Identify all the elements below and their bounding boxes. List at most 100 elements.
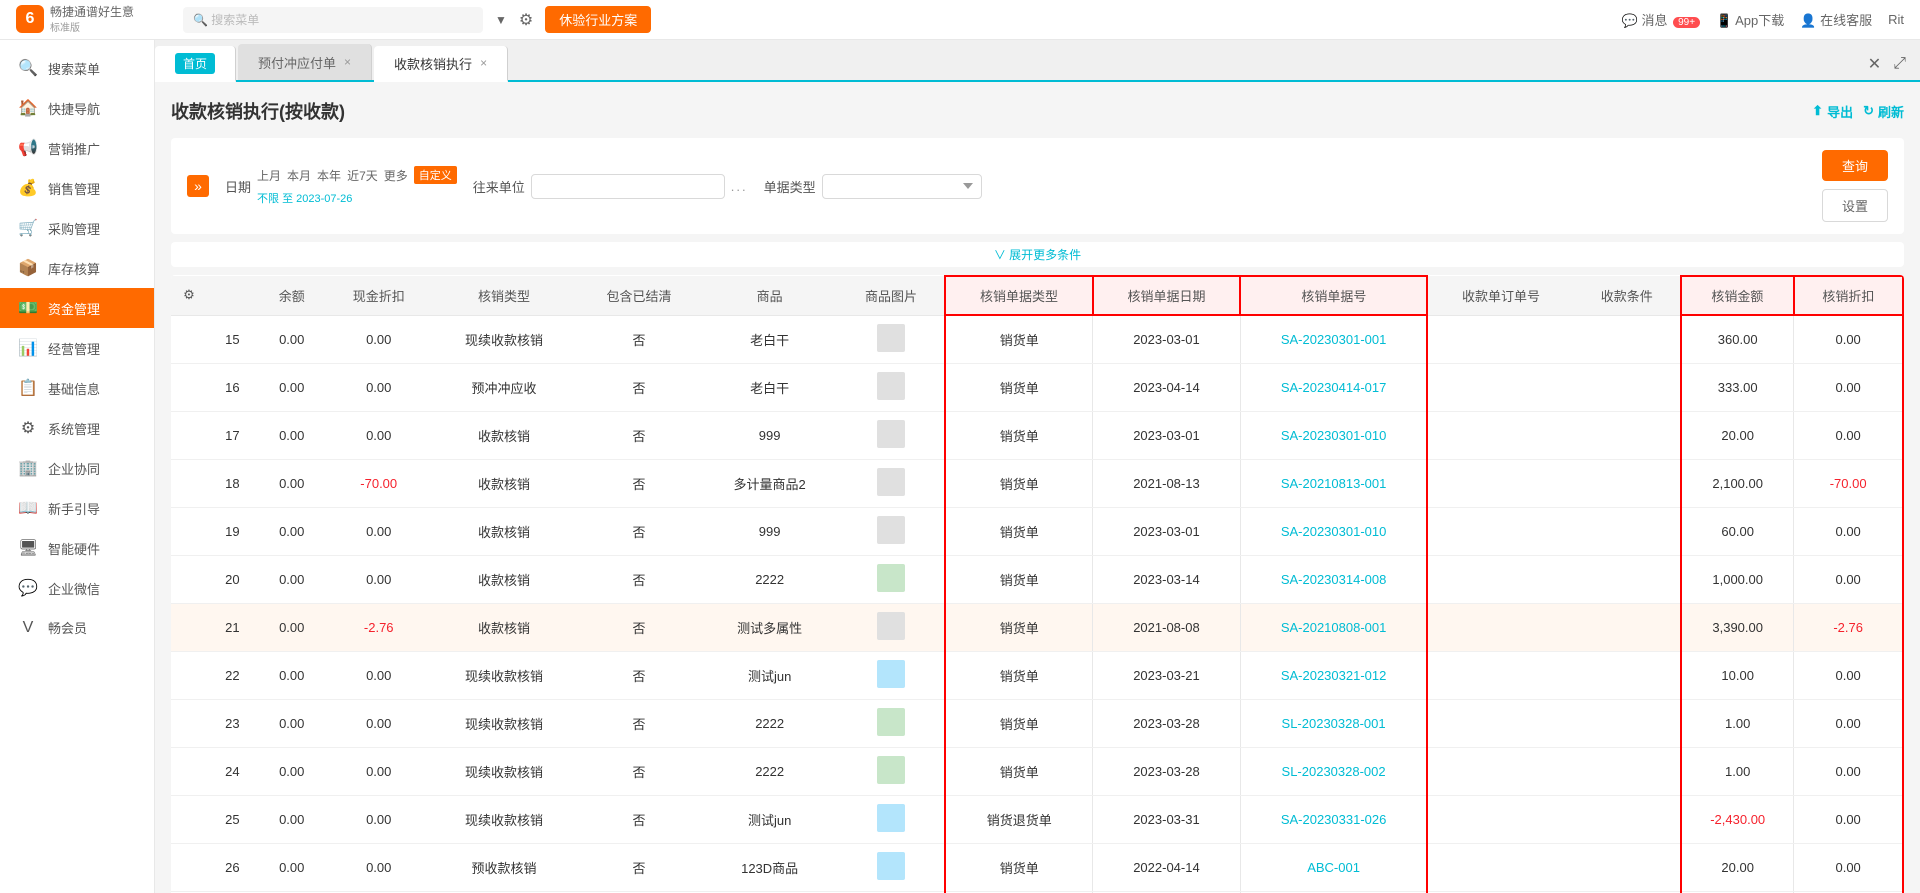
from-unit-input[interactable] — [531, 174, 725, 199]
query-btn[interactable]: 查询 — [1822, 150, 1888, 181]
cell-writeoff-bill-no[interactable]: SA-20230301-010 — [1240, 507, 1427, 555]
refresh-btn[interactable]: ↻ 刷新 — [1863, 102, 1904, 121]
sidebar-item-marketing[interactable]: 📢 营销推广 — [0, 128, 154, 168]
sidebar-item-base[interactable]: 📋 基础信息 — [0, 368, 154, 408]
expand-more-bar[interactable]: ∨ 展开更多条件 — [171, 242, 1904, 267]
industry-btn[interactable]: 休验行业方案 — [545, 6, 651, 33]
gear-icon[interactable]: ⚙ — [519, 10, 533, 30]
cell-writeoff-bill-type: 销货单 — [945, 843, 1092, 891]
sidebar-item-search[interactable]: 🔍 搜索菜单 — [0, 48, 154, 88]
cell-writeoff-bill-no[interactable]: SA-20210808-001 — [1240, 603, 1427, 651]
cell-receipt-condition — [1573, 843, 1681, 891]
cell-writeoff-bill-no[interactable]: SA-20230314-008 — [1240, 555, 1427, 603]
cell-balance: 0.00 — [258, 411, 326, 459]
sidebar-item-operation[interactable]: 📊 经营管理 — [0, 328, 154, 368]
cell-settings[interactable] — [171, 603, 207, 651]
writeoff-bill-link[interactable]: SA-20230301-001 — [1281, 332, 1387, 347]
cell-seq: 15 — [207, 315, 258, 363]
sidebar-label-purchase: 采购管理 — [48, 219, 100, 238]
refresh-label: 刷新 — [1878, 102, 1904, 121]
sidebar-item-member[interactable]: V 畅会员 — [0, 608, 154, 647]
col-header-settings[interactable]: ⚙ — [171, 276, 207, 315]
cell-settings[interactable] — [171, 747, 207, 795]
cell-writeoff-bill-no[interactable]: SA-20230301-010 — [1240, 411, 1427, 459]
cell-goods: 123D商品 — [702, 843, 838, 891]
tab-writeoff[interactable]: 收款核销执行 × — [374, 46, 508, 82]
settings-btn[interactable]: 设置 — [1822, 189, 1888, 222]
tab-writeoff-close[interactable]: × — [480, 56, 487, 70]
filter-toggle-btn[interactable]: » — [187, 175, 209, 197]
user-name[interactable]: Rit — [1888, 12, 1904, 27]
cell-writeoff-bill-no[interactable]: SA-20230414-017 — [1240, 363, 1427, 411]
tab-prepay-close[interactable]: × — [344, 55, 351, 69]
col-header-writeoff-bill-type: 核销单据类型 — [945, 276, 1092, 315]
cell-writeoff-bill-no[interactable]: SL-20230328-001 — [1240, 699, 1427, 747]
writeoff-bill-link[interactable]: ABC-001 — [1307, 860, 1360, 875]
date-more[interactable]: 更多 — [384, 167, 408, 184]
sidebar-item-company[interactable]: 🏢 企业协同 — [0, 448, 154, 488]
writeoff-bill-link[interactable]: SA-20230301-010 — [1281, 524, 1387, 539]
goods-thumbnail — [877, 372, 905, 400]
cell-settings[interactable] — [171, 699, 207, 747]
online-service[interactable]: 👤 在线客服 — [1800, 10, 1872, 29]
dropdown-arrow[interactable]: ▼ — [495, 13, 507, 27]
writeoff-bill-link[interactable]: SA-20230301-010 — [1281, 428, 1387, 443]
top-right-area: 💬 消息 99+ 📱 App下载 👤 在线客服 Rit — [1622, 10, 1904, 29]
date-7days[interactable]: 近7天 — [347, 167, 378, 184]
writeoff-bill-link[interactable]: SL-20230328-001 — [1282, 716, 1386, 731]
cell-settings[interactable] — [171, 651, 207, 699]
cell-writeoff-bill-no[interactable]: ABC-001 — [1240, 843, 1427, 891]
cell-goods-image — [838, 363, 946, 411]
date-last-month[interactable]: 上月 — [257, 167, 281, 184]
sidebar-item-hardware[interactable]: 🖥 智能硬件 — [0, 528, 154, 568]
cell-writeoff-bill-no[interactable]: SA-20230301-001 — [1240, 315, 1427, 363]
sidebar-item-system[interactable]: ⚙ 系统管理 — [0, 408, 154, 448]
sidebar-item-wechat[interactable]: 💬 企业微信 — [0, 568, 154, 608]
date-custom-btn[interactable]: 自定义 — [414, 166, 457, 184]
cell-writeoff-bill-no[interactable]: SA-20210813-001 — [1240, 459, 1427, 507]
table-row: 23 0.00 0.00 现续收款核销 否 2222 销货单 2023-03-2… — [171, 699, 1903, 747]
cell-balance: 0.00 — [258, 555, 326, 603]
sidebar-item-inventory[interactable]: 📦 库存核算 — [0, 248, 154, 288]
cell-goods-image — [838, 651, 946, 699]
message-area[interactable]: 💬 消息 99+ — [1622, 10, 1700, 29]
cell-writeoff-bill-no[interactable]: SA-20230331-026 — [1240, 795, 1427, 843]
cell-settings[interactable] — [171, 459, 207, 507]
cell-settings[interactable] — [171, 363, 207, 411]
date-this-year[interactable]: 本年 — [317, 167, 341, 184]
writeoff-bill-link[interactable]: SA-20230321-012 — [1281, 668, 1387, 683]
bill-type-select[interactable] — [822, 174, 982, 199]
cell-settings[interactable] — [171, 315, 207, 363]
cell-settings[interactable] — [171, 507, 207, 555]
inventory-icon: 📦 — [18, 258, 38, 278]
sidebar-item-guide[interactable]: 📖 新手引导 — [0, 488, 154, 528]
goods-thumbnail — [877, 420, 905, 448]
goods-thumbnail — [877, 564, 905, 592]
cell-writeoff-bill-no[interactable]: SL-20230328-002 — [1240, 747, 1427, 795]
close-all-icon[interactable]: ✕ — [1864, 52, 1885, 76]
writeoff-bill-link[interactable]: SA-20230314-008 — [1281, 572, 1387, 587]
cell-writeoff-amount: 20.00 — [1681, 411, 1794, 459]
tab-home[interactable]: 首页 — [155, 46, 236, 82]
tab-prepay[interactable]: 预付冲应付单 × — [238, 44, 372, 80]
writeoff-bill-link[interactable]: SA-20230414-017 — [1281, 380, 1387, 395]
sidebar-item-purchase[interactable]: 🛒 采购管理 — [0, 208, 154, 248]
export-btn[interactable]: ⬆ 导出 — [1812, 102, 1853, 121]
sidebar-item-sales[interactable]: 💰 销售管理 — [0, 168, 154, 208]
sidebar-item-finance[interactable]: 💵 资金管理 — [0, 288, 154, 328]
sidebar-item-shortcut[interactable]: 🏠 快捷导航 — [0, 88, 154, 128]
app-download[interactable]: 📱 App下载 — [1716, 10, 1784, 29]
date-this-month[interactable]: 本月 — [287, 167, 311, 184]
cell-writeoff-bill-no[interactable]: SA-20230321-012 — [1240, 651, 1427, 699]
cell-settings[interactable] — [171, 795, 207, 843]
writeoff-bill-link[interactable]: SA-20210813-001 — [1281, 476, 1387, 491]
cell-settings[interactable] — [171, 843, 207, 891]
search-icon: 🔍 — [193, 13, 208, 27]
expand-icon[interactable]: ⤢ — [1889, 53, 1910, 75]
cell-writeoff-discount: 0.00 — [1794, 315, 1903, 363]
cell-settings[interactable] — [171, 411, 207, 459]
writeoff-bill-link[interactable]: SA-20230331-026 — [1281, 812, 1387, 827]
cell-settings[interactable] — [171, 555, 207, 603]
writeoff-bill-link[interactable]: SL-20230328-002 — [1282, 764, 1386, 779]
writeoff-bill-link[interactable]: SA-20210808-001 — [1281, 620, 1387, 635]
